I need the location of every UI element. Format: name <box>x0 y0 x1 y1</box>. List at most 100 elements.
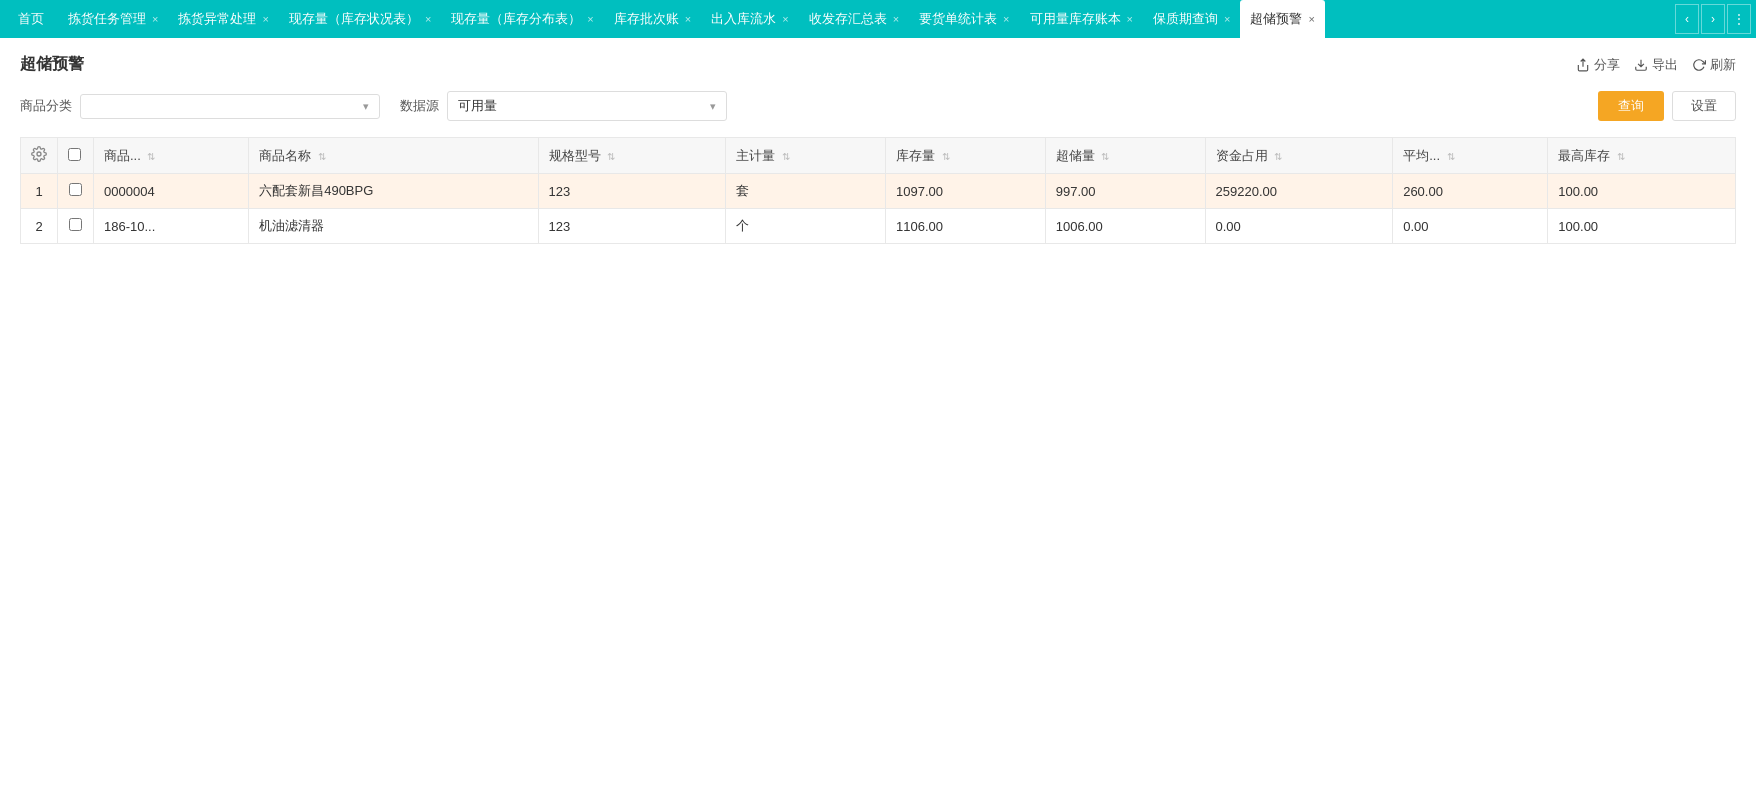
cell-capital: 259220.00 <box>1205 174 1393 209</box>
nav-item-kucun-pici[interactable]: 库存批次账 × <box>604 0 701 38</box>
category-label: 商品分类 <box>20 97 72 115</box>
datasource-label: 数据源 <box>400 97 439 115</box>
query-button[interactable]: 查询 <box>1598 91 1664 121</box>
th-unit-label: 主计量 <box>736 148 775 163</box>
filter-bar: 商品分类 ▾ 数据源 可用量 ▾ 查询 设置 <box>20 91 1736 121</box>
nav-prev-button[interactable]: ‹ <box>1675 4 1699 34</box>
cell-overstock: 1006.00 <box>1045 209 1205 244</box>
th-spec-label: 规格型号 <box>549 148 601 163</box>
close-icon[interactable]: × <box>1308 13 1314 25</box>
close-icon[interactable]: × <box>152 13 158 25</box>
row-checkbox[interactable] <box>69 218 82 231</box>
nav-item-jianhuorenwu[interactable]: 拣货任务管理 × <box>58 0 168 38</box>
sort-icon: ⇅ <box>318 151 326 162</box>
cell-stock: 1106.00 <box>885 209 1045 244</box>
cell-product-name: 机油滤清器 <box>249 209 538 244</box>
sort-icon: ⇅ <box>1101 151 1109 162</box>
filter-actions: 查询 设置 <box>1598 91 1736 121</box>
share-icon <box>1576 58 1590 72</box>
datasource-filter: 数据源 可用量 ▾ <box>400 91 727 121</box>
settings-button[interactable]: 设置 <box>1672 91 1736 121</box>
th-unit[interactable]: 主计量 ⇅ <box>726 138 886 174</box>
cell-product-name: 六配套新昌490BPG <box>249 174 538 209</box>
sort-icon: ⇅ <box>607 151 615 162</box>
nav-item-keyongliang[interactable]: 可用量库存账本 × <box>1020 0 1143 38</box>
gear-icon[interactable] <box>31 146 47 162</box>
header-actions: 分享 导出 刷新 <box>1576 56 1736 74</box>
chevron-down-icon: ▾ <box>710 100 716 113</box>
nav-item-xiancunliang-kuzhuan[interactable]: 现存量（库存状况表） × <box>279 0 441 38</box>
close-icon[interactable]: × <box>782 13 788 25</box>
cell-max-stock: 100.00 <box>1548 209 1736 244</box>
row-checkbox[interactable] <box>69 183 82 196</box>
th-gear <box>21 138 58 174</box>
chevron-down-icon: ▾ <box>363 100 369 113</box>
close-icon[interactable]: × <box>425 13 431 25</box>
export-button[interactable]: 导出 <box>1634 56 1678 74</box>
th-capital[interactable]: 资金占用 ⇅ <box>1205 138 1393 174</box>
cell-product-code: 186-10... <box>94 209 249 244</box>
sort-icon: ⇅ <box>1447 151 1455 162</box>
close-icon[interactable]: × <box>587 13 593 25</box>
cell-avg: 0.00 <box>1393 209 1548 244</box>
th-checkbox <box>58 138 94 174</box>
datasource-select-value: 可用量 <box>458 97 497 115</box>
page-header: 超储预警 分享 导出 刷新 <box>20 54 1736 75</box>
th-max-stock-label: 最高库存 <box>1558 148 1610 163</box>
nav-item-churuku[interactable]: 出入库流水 × <box>701 0 798 38</box>
close-icon[interactable]: × <box>1127 13 1133 25</box>
select-all-checkbox[interactable] <box>68 148 81 161</box>
table-header-row: 商品... ⇅ 商品名称 ⇅ 规格型号 ⇅ 主计量 ⇅ 库存量 ⇅ <box>21 138 1736 174</box>
row-num: 1 <box>21 174 58 209</box>
close-icon[interactable]: × <box>893 13 899 25</box>
cell-stock: 1097.00 <box>885 174 1045 209</box>
th-max-stock[interactable]: 最高库存 ⇅ <box>1548 138 1736 174</box>
th-avg-label: 平均... <box>1403 148 1440 163</box>
th-avg[interactable]: 平均... ⇅ <box>1393 138 1548 174</box>
cell-unit: 套 <box>726 174 886 209</box>
cell-unit: 个 <box>726 209 886 244</box>
nav-item-chaochuyujing[interactable]: 超储预警 × <box>1240 0 1324 38</box>
nav-home[interactable]: 首页 <box>4 10 58 28</box>
th-product-code[interactable]: 商品... ⇅ <box>94 138 249 174</box>
data-table: 商品... ⇅ 商品名称 ⇅ 规格型号 ⇅ 主计量 ⇅ 库存量 ⇅ <box>20 137 1736 244</box>
th-stock[interactable]: 库存量 ⇅ <box>885 138 1045 174</box>
th-stock-label: 库存量 <box>896 148 935 163</box>
sort-icon: ⇅ <box>942 151 950 162</box>
category-select[interactable]: ▾ <box>80 94 380 119</box>
cell-product-code: 0000004 <box>94 174 249 209</box>
sort-icon: ⇅ <box>1274 151 1282 162</box>
cell-max-stock: 100.00 <box>1548 174 1736 209</box>
th-overstock-label: 超储量 <box>1056 148 1095 163</box>
close-icon[interactable]: × <box>1224 13 1230 25</box>
table-row: 2 186-10... 机油滤清器 123 个 1106.00 1006.00 … <box>21 209 1736 244</box>
datasource-select[interactable]: 可用量 ▾ <box>447 91 727 121</box>
nav-next-button[interactable]: › <box>1701 4 1725 34</box>
svg-point-0 <box>37 152 41 156</box>
nav-menu-button[interactable]: ⋮ <box>1727 4 1751 34</box>
sort-icon: ⇅ <box>147 151 155 162</box>
th-product-name[interactable]: 商品名称 ⇅ <box>249 138 538 174</box>
nav-item-xiancunliang-fenbu[interactable]: 现存量（库存分布表） × <box>441 0 603 38</box>
export-icon <box>1634 58 1648 72</box>
th-spec[interactable]: 规格型号 ⇅ <box>538 138 726 174</box>
refresh-button[interactable]: 刷新 <box>1692 56 1736 74</box>
sort-icon: ⇅ <box>782 151 790 162</box>
nav-item-shofayin[interactable]: 收发存汇总表 × <box>799 0 909 38</box>
nav-item-yaohuo[interactable]: 要货单统计表 × <box>909 0 1019 38</box>
nav-item-jianhuo-yichang[interactable]: 拣货异常处理 × <box>168 0 278 38</box>
share-button[interactable]: 分享 <box>1576 56 1620 74</box>
th-overstock[interactable]: 超储量 ⇅ <box>1045 138 1205 174</box>
close-icon[interactable]: × <box>685 13 691 25</box>
nav-item-baozhi[interactable]: 保质期查询 × <box>1143 0 1240 38</box>
cell-spec: 123 <box>538 174 726 209</box>
close-icon[interactable]: × <box>1003 13 1009 25</box>
nav-arrows: ‹ › ⋮ <box>1674 4 1752 34</box>
row-checkbox-cell <box>58 174 94 209</box>
page-title: 超储预警 <box>20 54 84 75</box>
th-product-name-label: 商品名称 <box>259 148 311 163</box>
row-checkbox-cell <box>58 209 94 244</box>
th-capital-label: 资金占用 <box>1216 148 1268 163</box>
close-icon[interactable]: × <box>262 13 268 25</box>
cell-overstock: 997.00 <box>1045 174 1205 209</box>
